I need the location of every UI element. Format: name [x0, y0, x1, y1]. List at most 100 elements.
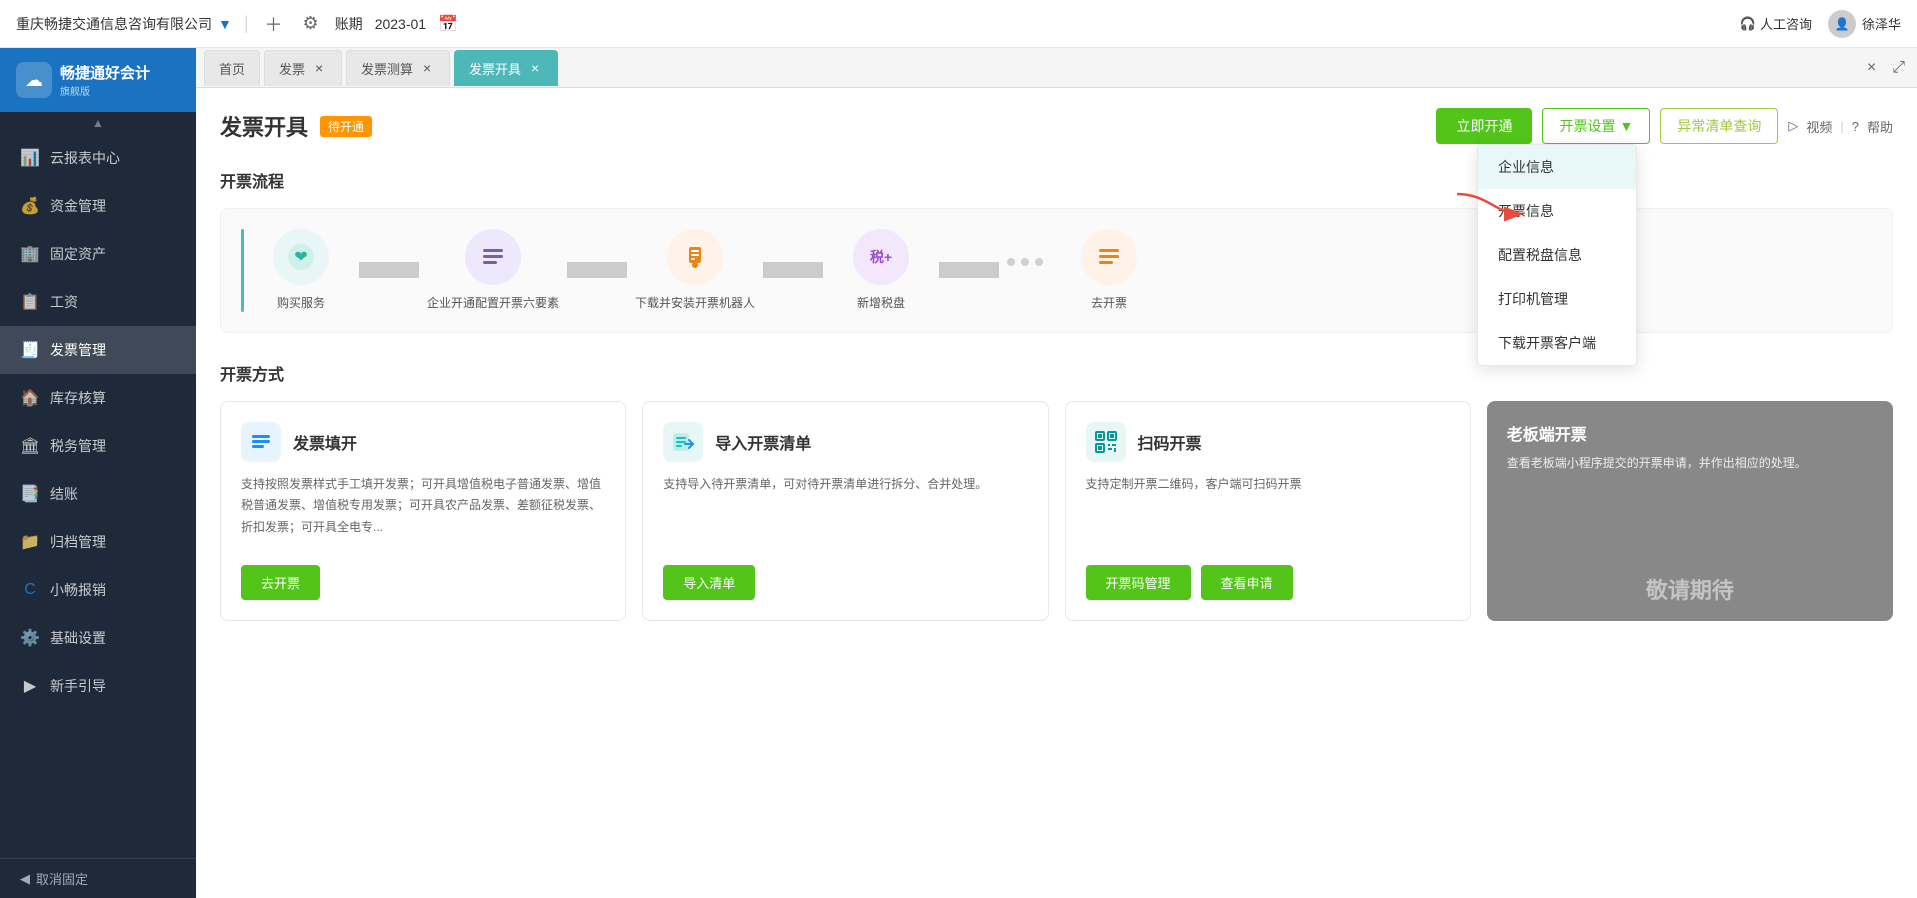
period-label: 账期 [335, 14, 363, 34]
method-desc-manual-fill: 支持按照发票样式手工填开发票；可开具增值税电子普通发票、增值税普通发票、增值税专… [241, 474, 605, 553]
sidebar-item-label: 工资 [50, 292, 78, 312]
methods-section-title: 开票方式 [220, 361, 1893, 385]
sidebar-item-report-sales[interactable]: C 小畅报销 [0, 566, 196, 614]
page-content: 发票开具 待开通 立即开通 开票设置 ▼ 异常清单查询 ▷ [196, 88, 1917, 898]
page-header-actions: 立即开通 开票设置 ▼ 异常清单查询 ▷ 视频 | ? [1436, 108, 1893, 144]
step-5-label: 去开票 [1091, 295, 1127, 312]
sidebar-item-account[interactable]: 📑 结账 [0, 470, 196, 518]
step-3-label: 下载并安装开票机器人 [635, 295, 755, 312]
sidebar-item-label: 资金管理 [50, 196, 106, 216]
boss-invoice-desc: 查看老板端小程序提交的开票申请，并作出相应的处理。 [1507, 453, 1873, 473]
tab-invoice-issue-close[interactable]: × [527, 60, 543, 76]
tab-invoice-close[interactable]: × [311, 60, 327, 76]
add-tab-button[interactable]: ＋ [261, 7, 287, 41]
sidebar-item-fixed-assets[interactable]: 🏢 固定资产 [0, 230, 196, 278]
sidebar-item-label: 发票管理 [50, 340, 106, 360]
sidebar-item-basic-settings[interactable]: ⚙️ 基础设置 [0, 614, 196, 662]
exception-list-button[interactable]: 异常清单查询 [1660, 108, 1778, 144]
video-help-area: ▷ 视频 | ? 帮助 [1788, 117, 1893, 136]
inventory-icon: 🏠 [20, 388, 40, 408]
step-4-label: 新增税盘 [857, 295, 905, 312]
headset-icon: 🎧 [1740, 16, 1756, 32]
sidebar-logo: ☁ 畅捷通好会计 旗舰版 [0, 48, 196, 112]
step-2-label: 企业开通配置开票六要素 [427, 295, 559, 312]
coming-soon-watermark: 敬请期待 [1646, 573, 1734, 605]
sidebar-item-label: 新手引导 [50, 676, 106, 696]
manual-fill-goto-button[interactable]: 去开票 [241, 565, 320, 600]
tab-invoice-issue-label: 发票开具 [469, 59, 521, 78]
scroll-up-indicator[interactable]: ▲ [0, 112, 196, 134]
tab-invoice-calc[interactable]: 发票测算 × [346, 50, 450, 86]
archive-icon: 📁 [20, 532, 40, 552]
dropdown-item-invoice-info[interactable]: 开票信息 [1478, 189, 1636, 233]
basic-settings-icon: ⚙️ [20, 628, 40, 648]
page-header: 发票开具 待开通 立即开通 开票设置 ▼ 异常清单查询 ▷ [220, 108, 1893, 144]
play-icon[interactable]: ▷ [1788, 118, 1798, 134]
tab-close-all-button[interactable]: × [1863, 55, 1880, 81]
video-label: 视频 [1806, 117, 1832, 136]
cancel-fixed-button[interactable]: ◀ 取消固定 [0, 858, 196, 898]
method-icon-import-list [663, 422, 703, 462]
dropdown-item-company-info[interactable]: 企业信息 [1478, 145, 1636, 189]
method-card-scan-invoice: 扫码开票 支持定制开票二维码，客户端可扫码开票 开票码管理 查看申请 [1065, 401, 1471, 621]
sidebar-item-inventory[interactable]: 🏠 库存核算 [0, 374, 196, 422]
sidebar-item-label: 基础设置 [50, 628, 106, 648]
sidebar-item-tax-mgmt[interactable]: 🏛 税务管理 [0, 422, 196, 470]
sidebar-item-label: 固定资产 [50, 244, 106, 264]
fixed-assets-icon: 🏢 [20, 244, 40, 264]
cloud-report-icon: 📊 [20, 148, 40, 168]
step-arrow-3 [763, 262, 823, 278]
period-value: 2023-01 [375, 16, 426, 32]
payroll-icon: 📋 [20, 292, 40, 312]
dropdown-item-printer[interactable]: 打印机管理 [1478, 277, 1636, 321]
user-area[interactable]: 👤 徐泽华 [1828, 10, 1901, 38]
help-icon[interactable]: ? [1852, 119, 1859, 134]
step-1-label: 购买服务 [277, 295, 325, 312]
new-guide-icon: ▶ [20, 676, 40, 696]
process-step-4: 税+ 新增税盘 [831, 229, 931, 312]
tab-home[interactable]: 首页 [204, 50, 260, 86]
sidebar-item-label: 云报表中心 [50, 148, 120, 168]
tax-mgmt-icon: 🏛 [20, 436, 40, 456]
view-application-button[interactable]: 查看申请 [1201, 565, 1293, 600]
sidebar-item-fund-mgmt[interactable]: 💰 资金管理 [0, 182, 196, 230]
method-title-scan-invoice: 扫码开票 [1138, 430, 1202, 454]
fund-mgmt-icon: 💰 [20, 196, 40, 216]
sidebar-item-label: 税务管理 [50, 436, 106, 456]
step-arrow-1 [359, 262, 419, 278]
import-list-button[interactable]: 导入清单 [663, 565, 755, 600]
tab-invoice-calc-close[interactable]: × [419, 60, 435, 76]
sidebar-item-cloud-report[interactable]: 📊 云报表中心 [0, 134, 196, 182]
step-arrow-4 [939, 262, 999, 278]
invoice-settings-dropdown: 企业信息 开票信息 配置税盘信息 打印机管理 下载开票客户端 [1477, 144, 1637, 366]
dropdown-item-download-client[interactable]: 下载开票客户端 [1478, 321, 1636, 365]
content-area: 首页 发票 × 发票测算 × 发票开具 × × ⤢ [196, 48, 1917, 898]
support-button[interactable]: 🎧 人工咨询 [1740, 14, 1812, 33]
company-selector[interactable]: 重庆畅捷交通信息咨询有限公司 ▼ [16, 14, 232, 34]
process-step-1: ❤ 购买服务 [251, 229, 351, 312]
sidebar-item-archive[interactable]: 📁 归档管理 [0, 518, 196, 566]
tab-invoice-label: 发票 [279, 59, 305, 78]
tab-invoice[interactable]: 发票 × [264, 50, 342, 86]
dropdown-item-tax-disk[interactable]: 配置税盘信息 [1478, 233, 1636, 277]
activate-button[interactable]: 立即开通 [1436, 108, 1532, 144]
method-title-import-list: 导入开票清单 [715, 430, 811, 454]
status-badge: 待开通 [320, 116, 372, 137]
method-desc-import-list: 支持导入待开票清单，可对待开票清单进行拆分、合并处理。 [663, 474, 1027, 553]
sidebar-item-new-guide[interactable]: ▶ 新手引导 [0, 662, 196, 710]
scan-manage-button[interactable]: 开票码管理 [1086, 565, 1191, 600]
chevron-down-icon: ▼ [1619, 118, 1633, 134]
invoice-mgmt-icon: 🧾 [20, 340, 40, 360]
settings-icon-button[interactable]: ⚙ [299, 9, 323, 38]
tab-maximize-button[interactable]: ⤢ [1888, 55, 1909, 81]
pin-icon: ◀ [20, 871, 30, 887]
divider: | [244, 13, 249, 34]
sidebar-item-payroll[interactable]: 📋 工资 [0, 278, 196, 326]
tab-invoice-issue[interactable]: 发票开具 × [454, 50, 558, 86]
page-title: 发票开具 [220, 110, 308, 142]
sidebar-item-invoice-mgmt[interactable]: 🧾 发票管理 [0, 326, 196, 374]
process-step-2: 企业开通配置开票六要素 [427, 229, 559, 312]
help-label: 帮助 [1867, 117, 1893, 136]
invoice-settings-button[interactable]: 开票设置 ▼ [1542, 108, 1650, 144]
calendar-icon[interactable]: 📅 [438, 14, 458, 34]
